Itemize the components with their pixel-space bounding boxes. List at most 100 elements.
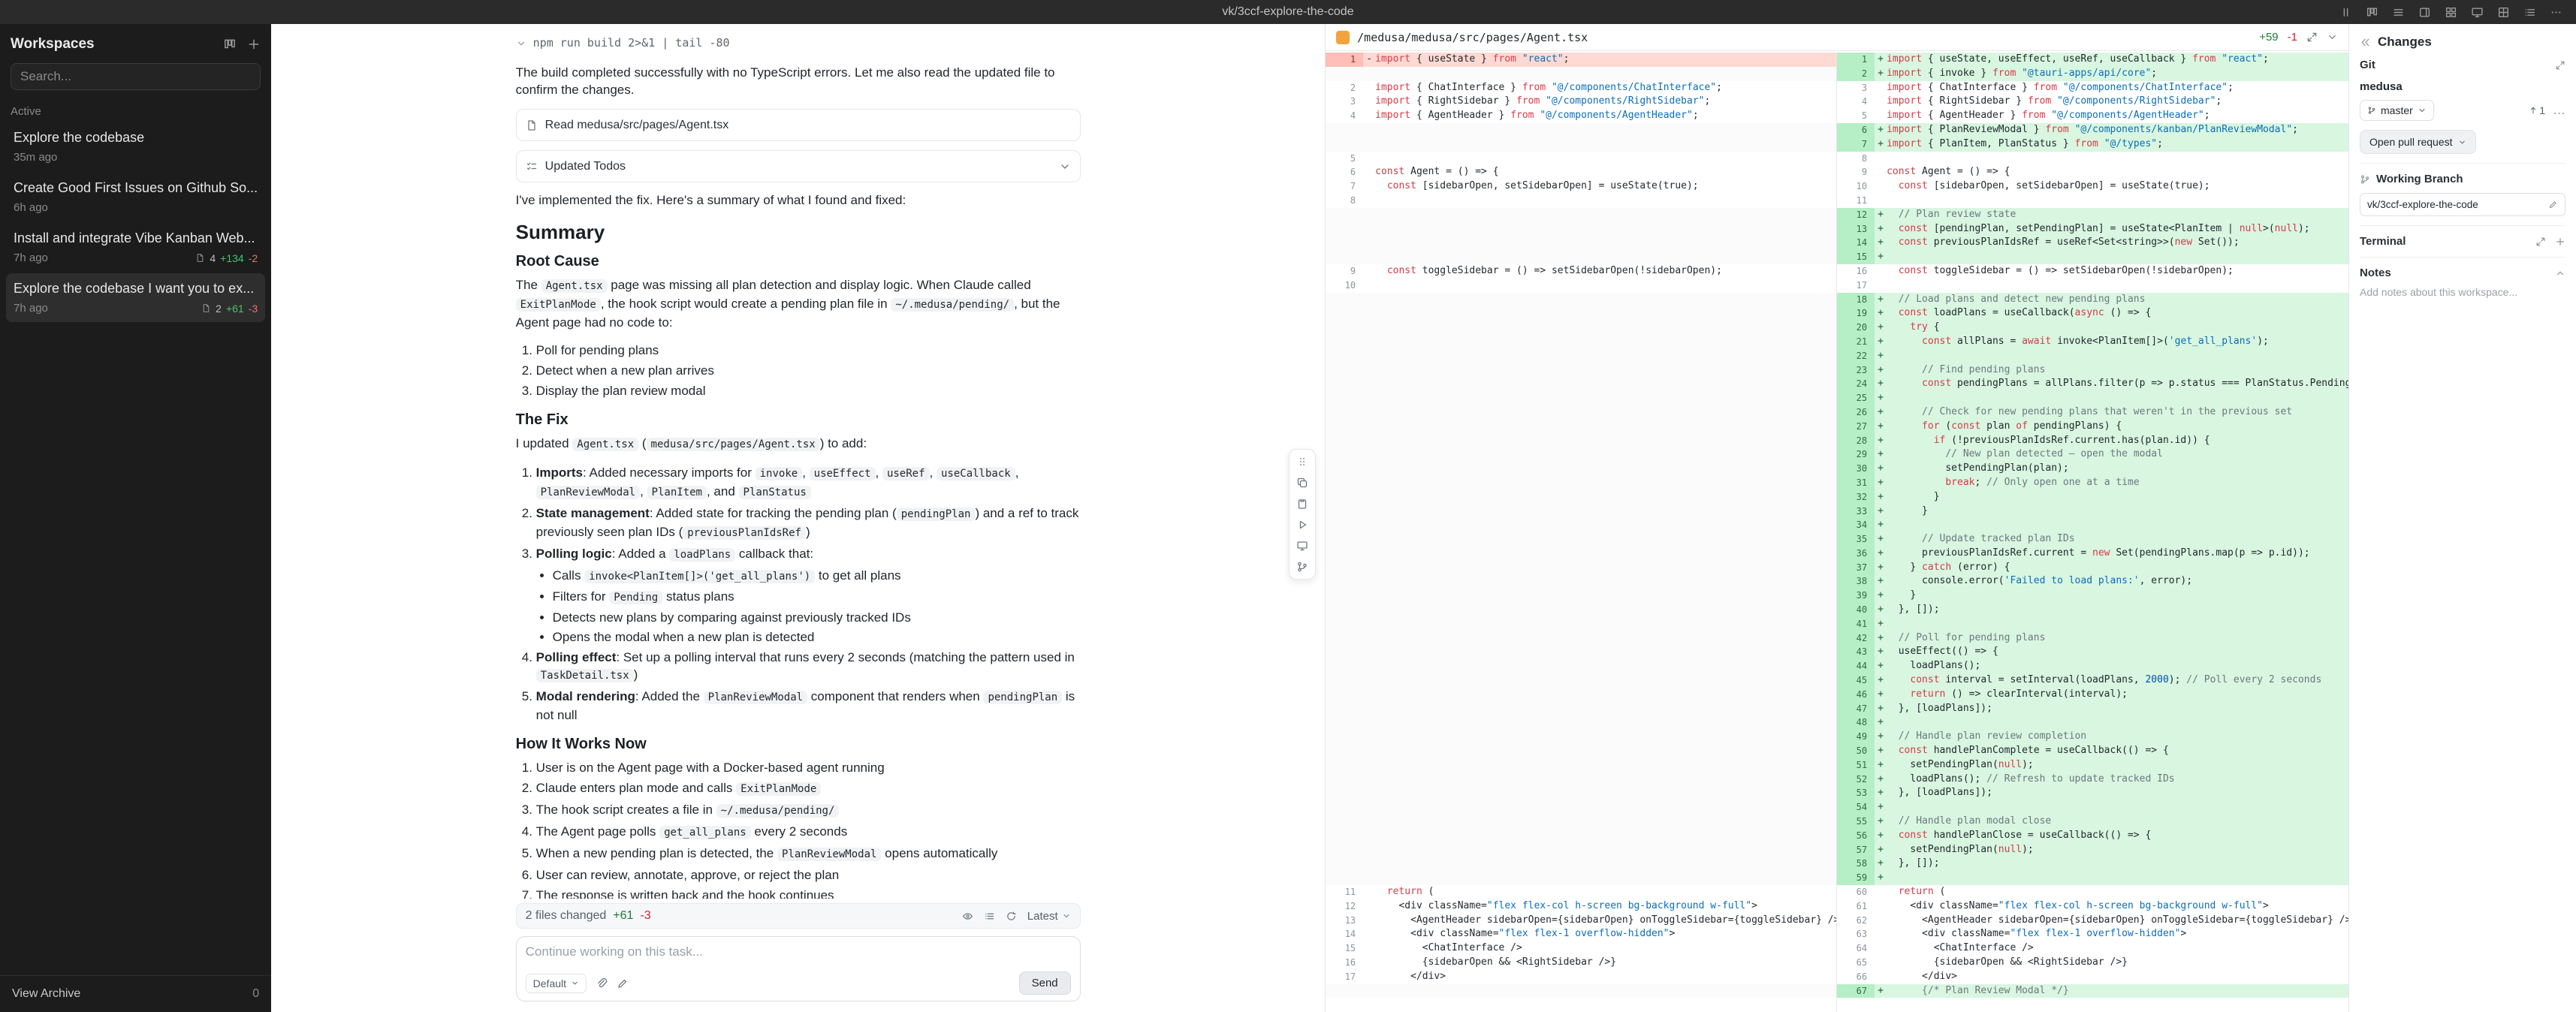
code-text: // Plan review state xyxy=(1887,208,2348,222)
conversation-panel: npm run build 2>&1 | tail -80The build c… xyxy=(271,24,1326,1012)
line-number: 47 xyxy=(1837,702,1875,716)
diff-old-pane[interactable]: 1-import { useState } from "react";2impo… xyxy=(1326,53,1837,1012)
file-path[interactable]: /medusa/medusa/src/pages/Agent.tsx xyxy=(1357,31,1588,44)
panel-right-icon[interactable] xyxy=(2418,6,2431,19)
working-branch-field[interactable]: vk/3ccf-explore-the-code xyxy=(2360,193,2565,216)
copy-icon[interactable] xyxy=(1296,477,1308,489)
line-number: 65 xyxy=(1837,956,1875,970)
diff-line: 55+ // Handle plan modal close xyxy=(1837,815,2348,829)
chev-down-icon[interactable] xyxy=(1059,161,1071,173)
collapse-file-icon[interactable] xyxy=(2327,32,2338,43)
diff-line xyxy=(1326,871,1836,885)
line-number: 64 xyxy=(1837,941,1875,956)
window-title: vk/3ccf-explore-the-code xyxy=(1222,5,1353,19)
workspace-item[interactable]: Explore the codebase I want you to ex...… xyxy=(6,273,265,322)
tool-call-row[interactable]: Read medusa/src/pages/Agent.tsx xyxy=(516,109,1081,141)
diff-line: 5import { AgentHeader } from "@/componen… xyxy=(1837,109,2348,123)
code-text: const pendingPlans = allPlans.filter(p =… xyxy=(1887,377,2348,391)
code-text xyxy=(1375,829,1836,843)
diff-line: 8 xyxy=(1837,152,2348,166)
conversation-scroll[interactable]: npm run build 2>&1 | tail -80The build c… xyxy=(271,24,1325,899)
line-number: 59 xyxy=(1837,871,1875,885)
working-branch-name: vk/3ccf-explore-the-code xyxy=(2367,199,2478,210)
line-number: 26 xyxy=(1837,405,1875,420)
more-menu-icon[interactable]: … xyxy=(2553,103,2565,118)
line-number xyxy=(1326,786,1363,800)
collapse-panel-icon[interactable] xyxy=(2360,37,2371,48)
window-toolbar xyxy=(2339,6,2576,19)
new-terminal-icon[interactable] xyxy=(2555,236,2565,247)
diff-line xyxy=(1326,843,1836,857)
monitor-icon[interactable] xyxy=(2471,6,2484,19)
line-number: 54 xyxy=(1837,800,1875,815)
expand-diff-icon[interactable] xyxy=(2306,32,2318,43)
files-changed-label[interactable]: 2 files changed xyxy=(526,909,607,923)
drag-icon[interactable] xyxy=(1296,456,1308,468)
branch-selector[interactable]: master xyxy=(2360,100,2434,121)
grid-icon[interactable] xyxy=(2497,6,2510,19)
archive-count: 0 xyxy=(252,987,259,1001)
collapse-notes-icon[interactable] xyxy=(2555,268,2565,279)
diff-line: 57+ setPendingPlan(null); xyxy=(1837,843,2348,857)
tool-call-row[interactable]: Updated Todos xyxy=(516,150,1081,182)
code-text xyxy=(1375,250,1836,264)
search-input[interactable] xyxy=(11,63,261,90)
monitor-icon[interactable] xyxy=(1296,540,1308,552)
play-icon[interactable] xyxy=(1296,519,1308,531)
list-item: The hook script creates a file in ~/.med… xyxy=(536,801,1081,820)
clipboard-icon[interactable] xyxy=(1296,498,1308,510)
inline-code: previousPlanIdsRef xyxy=(683,526,806,540)
bold-text: Polling logic xyxy=(536,547,612,561)
bold-text: Imports xyxy=(536,465,583,480)
diff-line: 19+ const loadPlans = useCallback(async … xyxy=(1837,306,2348,321)
line-number xyxy=(1326,659,1363,673)
grid-small-icon[interactable] xyxy=(2445,6,2457,19)
expand-terminal-icon[interactable] xyxy=(2535,236,2546,247)
message-input[interactable] xyxy=(526,944,1071,967)
section-heading: Root Cause xyxy=(516,253,1081,270)
open-pr-button[interactable]: Open pull request xyxy=(2360,130,2476,154)
line-number xyxy=(1326,589,1363,603)
rows-icon[interactable] xyxy=(2392,6,2405,19)
branch-icon[interactable] xyxy=(1296,561,1308,573)
code-text xyxy=(1887,279,2348,293)
line-number xyxy=(1326,462,1363,476)
workspace-item[interactable]: Create Good First Issues on Github So...… xyxy=(6,173,265,221)
code-text: {sidebarOpen && <RightSidebar />} xyxy=(1375,956,1836,970)
mode-dropdown[interactable]: Default xyxy=(526,974,587,993)
new-workspace-icon[interactable] xyxy=(247,38,261,51)
diff-new-pane[interactable]: 1+import { useState, useEffect, useRef, … xyxy=(1837,53,2348,1012)
code-text: import { invoke } from "@tauri-apps/api/… xyxy=(1887,67,2348,81)
diff-line xyxy=(1326,391,1836,405)
edit-branch-icon[interactable] xyxy=(2548,200,2558,209)
code-text: for (const plan of pendingPlans) { xyxy=(1887,420,2348,434)
more-icon[interactable] xyxy=(2550,6,2562,19)
refresh-icon[interactable] xyxy=(1006,911,1017,922)
line-number: 11 xyxy=(1326,885,1363,899)
send-button[interactable]: Send xyxy=(1019,971,1071,995)
expand-git-icon[interactable] xyxy=(2555,60,2565,71)
line-number xyxy=(1326,306,1363,321)
line-number: 44 xyxy=(1837,659,1875,673)
edit-icon[interactable] xyxy=(617,977,629,989)
code-text: try { xyxy=(1887,321,2348,335)
diff-line xyxy=(1326,377,1836,391)
notes-placeholder[interactable]: Add notes about this workspace... xyxy=(2360,286,2565,298)
line-number xyxy=(1326,688,1363,702)
view-archive-button[interactable]: View Archive 0 xyxy=(0,975,271,1012)
code-text: const interval = setInterval(loadPlans, … xyxy=(1887,673,2348,688)
code-text xyxy=(1375,447,1836,462)
tool-command[interactable]: npm run build 2>&1 | tail -80 xyxy=(516,35,1081,52)
workspace-item[interactable]: Explore the codebase35m ago xyxy=(6,122,265,171)
changes-list-icon[interactable] xyxy=(984,911,995,922)
kanban-icon[interactable] xyxy=(2366,6,2378,19)
pause-icon[interactable] xyxy=(2339,6,2352,19)
workspace-list: Explore the codebase35m agoCreate Good F… xyxy=(0,122,271,975)
workspace-item[interactable]: Install and integrate Vibe Kanban Web...… xyxy=(6,223,265,272)
watch-icon[interactable] xyxy=(962,911,973,922)
version-dropdown[interactable]: Latest xyxy=(1027,910,1071,923)
attach-file-icon[interactable] xyxy=(596,977,608,989)
diff-line xyxy=(1326,574,1836,589)
board-view-icon[interactable] xyxy=(223,38,237,51)
list-icon[interactable] xyxy=(2523,6,2536,19)
